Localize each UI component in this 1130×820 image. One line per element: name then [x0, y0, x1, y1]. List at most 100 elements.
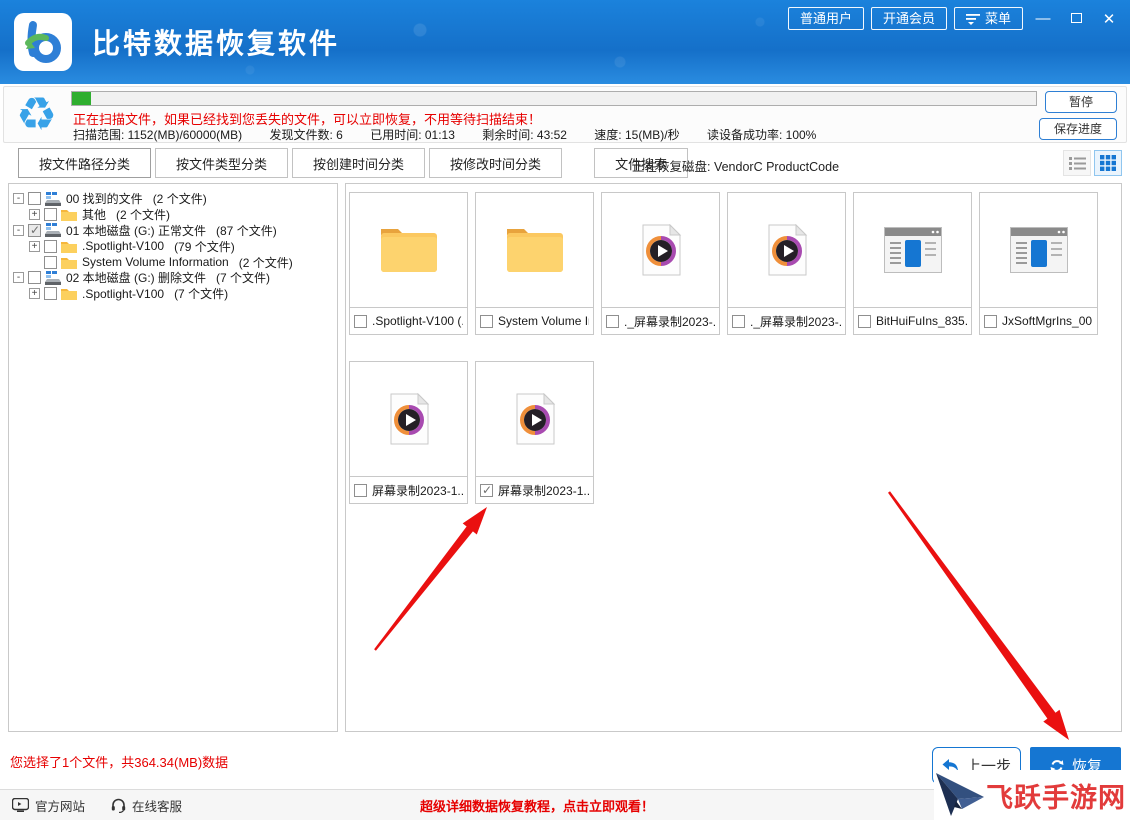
app-title: 比特数据恢复软件	[92, 28, 341, 59]
file-name: ._屏幕录制2023-...	[624, 314, 715, 329]
minimize-button[interactable]: —	[1030, 10, 1056, 27]
collapse-toggle[interactable]: -	[13, 193, 24, 205]
tree-row-system-volume[interactable]: System Volume Information (2 个文件)	[13, 254, 333, 270]
menu-label: 菜单	[984, 10, 1011, 26]
user-type-button[interactable]: 普通用户	[787, 7, 864, 30]
stat-scan-range: 扫描范围: 1152(MB)/60000(MB)	[73, 128, 243, 142]
tree-row-spotlight-normal[interactable]: + .Spotlight-V100 (79 个文件)	[13, 238, 333, 254]
tree-count: (7 个文件)	[174, 287, 229, 302]
file-checkbox[interactable]	[354, 483, 367, 497]
program-file-icon	[980, 193, 1097, 307]
file-name: ._屏幕录制2023-...	[750, 314, 841, 329]
maximize-button[interactable]	[1063, 10, 1089, 27]
tree-label: System Volume Information	[82, 255, 229, 270]
file-card[interactable]: ._屏幕录制2023-...	[727, 192, 846, 335]
file-grid-panel: .Spotlight-V100 (... System Volume In...…	[345, 183, 1122, 732]
video-file-icon	[350, 362, 467, 476]
file-name: 屏幕录制2023-1...	[498, 483, 589, 498]
tree-row-spotlight-deleted[interactable]: + .Spotlight-V100 (7 个文件)	[13, 286, 333, 302]
save-progress-button[interactable]: 保存进度	[1039, 118, 1117, 140]
tree-row-found-files[interactable]: - 00 找到的文件 (2 个文件)	[13, 191, 333, 207]
grid-view-icon	[1100, 155, 1116, 171]
collapse-toggle[interactable]: -	[13, 224, 24, 236]
app-window: 比特数据恢复软件 普通用户 开通会员 菜单 — ✕ ♻ 正在扫描文件，如果已经找…	[0, 0, 1130, 820]
stat-speed: 速度: 15(MB)/秒	[594, 128, 680, 142]
file-card[interactable]: 屏幕录制2023-1...	[349, 361, 468, 504]
headset-icon	[111, 798, 126, 813]
stat-files-found: 发现文件数: 6	[269, 128, 343, 142]
online-service-link[interactable]: 在线客服	[111, 796, 182, 815]
expand-toggle[interactable]: +	[29, 209, 40, 221]
tree-checkbox[interactable]	[44, 208, 57, 222]
tree-label: 01 本地磁盘 (G:) 正常文件	[66, 224, 207, 238]
scan-progress-fill	[72, 92, 92, 105]
file-checkbox[interactable]	[354, 314, 367, 328]
scan-stats-line: 扫描范围: 1152(MB)/60000(MB) 发现文件数: 6 已用时间: …	[73, 126, 840, 143]
tutorial-promo-link[interactable]: 超级详细数据恢复教程，点击立即观看！	[420, 796, 654, 815]
file-checkbox[interactable]	[858, 314, 871, 328]
tree-row-disk-deleted[interactable]: - 02 本地磁盘 (G:) 删除文件 (7 个文件)	[13, 270, 333, 286]
tree-row-other[interactable]: + 其他 (2 个文件)	[13, 207, 333, 223]
file-card[interactable]: JxSoftMgrIns_00...	[979, 192, 1098, 335]
official-site-link[interactable]: 官方网站	[12, 796, 85, 815]
file-checkbox[interactable]	[606, 314, 619, 328]
video-file-icon	[476, 362, 593, 476]
tree-checkbox[interactable]	[44, 239, 57, 253]
folder-icon	[61, 287, 77, 301]
file-card-selected[interactable]: 屏幕录制2023-1...	[475, 361, 594, 504]
open-vip-button[interactable]: 开通会员	[870, 7, 947, 30]
tab-by-file-path[interactable]: 按文件路径分类	[18, 148, 152, 178]
stat-elapsed-time: 已用时间: 01:13	[370, 128, 455, 142]
close-button[interactable]: ✕	[1096, 10, 1122, 28]
file-checkbox[interactable]	[480, 314, 493, 328]
disk-icon	[45, 191, 61, 206]
folder-icon	[350, 193, 467, 307]
video-file-icon	[728, 193, 845, 307]
maximize-icon	[1070, 13, 1082, 23]
pause-button[interactable]: 暂停	[1045, 91, 1117, 113]
list-view-button[interactable]	[1063, 150, 1091, 176]
tree-count: (87 个文件)	[216, 224, 277, 238]
tree-label: 02 本地磁盘 (G:) 删除文件	[66, 271, 207, 286]
disk-icon	[45, 270, 61, 285]
expand-toggle[interactable]: +	[29, 288, 40, 300]
file-card[interactable]: BitHuiFuIns_835....	[853, 192, 972, 335]
tree-checkbox[interactable]	[28, 192, 41, 206]
video-file-icon	[602, 193, 719, 307]
tree-checkbox-partial[interactable]	[28, 223, 41, 237]
classification-tabs: 按文件路径分类 按文件类型分类 按创建时间分类 按修改时间分类 文件搜索	[18, 148, 689, 178]
menu-lines-icon	[965, 13, 980, 25]
tree-checkbox[interactable]	[44, 287, 57, 301]
tree-checkbox[interactable]	[28, 271, 41, 285]
file-checkbox[interactable]	[984, 314, 997, 328]
tree-count: (7 个文件)	[216, 271, 271, 286]
vip-label: 开通会员	[882, 10, 935, 26]
file-card[interactable]: ._屏幕录制2023-...	[601, 192, 720, 335]
monitor-icon	[12, 798, 29, 812]
logo-b-icon	[25, 21, 61, 63]
title-bar: 比特数据恢复软件 普通用户 开通会员 菜单 — ✕	[0, 0, 1130, 84]
tree-checkbox[interactable]	[44, 255, 57, 269]
menu-button[interactable]: 菜单	[953, 7, 1023, 30]
file-checkbox-checked[interactable]	[480, 483, 493, 497]
tab-by-file-type[interactable]: 按文件类型分类	[155, 148, 289, 178]
tab-by-modify-time[interactable]: 按修改时间分类	[429, 148, 563, 178]
expand-toggle[interactable]: +	[29, 240, 40, 252]
tab-by-create-time[interactable]: 按创建时间分类	[292, 148, 426, 178]
file-checkbox[interactable]	[732, 314, 745, 328]
watermark-text: 飞跃手游网	[986, 782, 1126, 813]
collapse-toggle[interactable]: -	[13, 272, 24, 284]
online-service-label: 在线客服	[132, 799, 183, 814]
selection-summary: 您选择了1个文件，共364.34(MB)数据	[10, 755, 229, 770]
scan-status-panel: ♻ 正在扫描文件，如果已经找到您丢失的文件，可以立即恢复，不用等待扫描结束！ 扫…	[3, 86, 1127, 143]
file-card[interactable]: .Spotlight-V100 (...	[349, 192, 468, 335]
file-card[interactable]: System Volume In...	[475, 192, 594, 335]
site-watermark: 飞跃手游网	[934, 770, 1130, 820]
recovering-disk-text: 正在恢复磁盘: VendorC ProductCode	[632, 160, 840, 174]
tree-row-disk-normal[interactable]: - 01 本地磁盘 (G:) 正常文件 (87 个文件)	[13, 223, 333, 239]
tree-label: 00 找到的文件	[66, 192, 143, 207]
tree-label: 其他	[82, 208, 107, 223]
grid-view-button[interactable]	[1094, 150, 1122, 176]
folder-icon	[61, 256, 77, 269]
program-file-icon	[854, 193, 971, 307]
